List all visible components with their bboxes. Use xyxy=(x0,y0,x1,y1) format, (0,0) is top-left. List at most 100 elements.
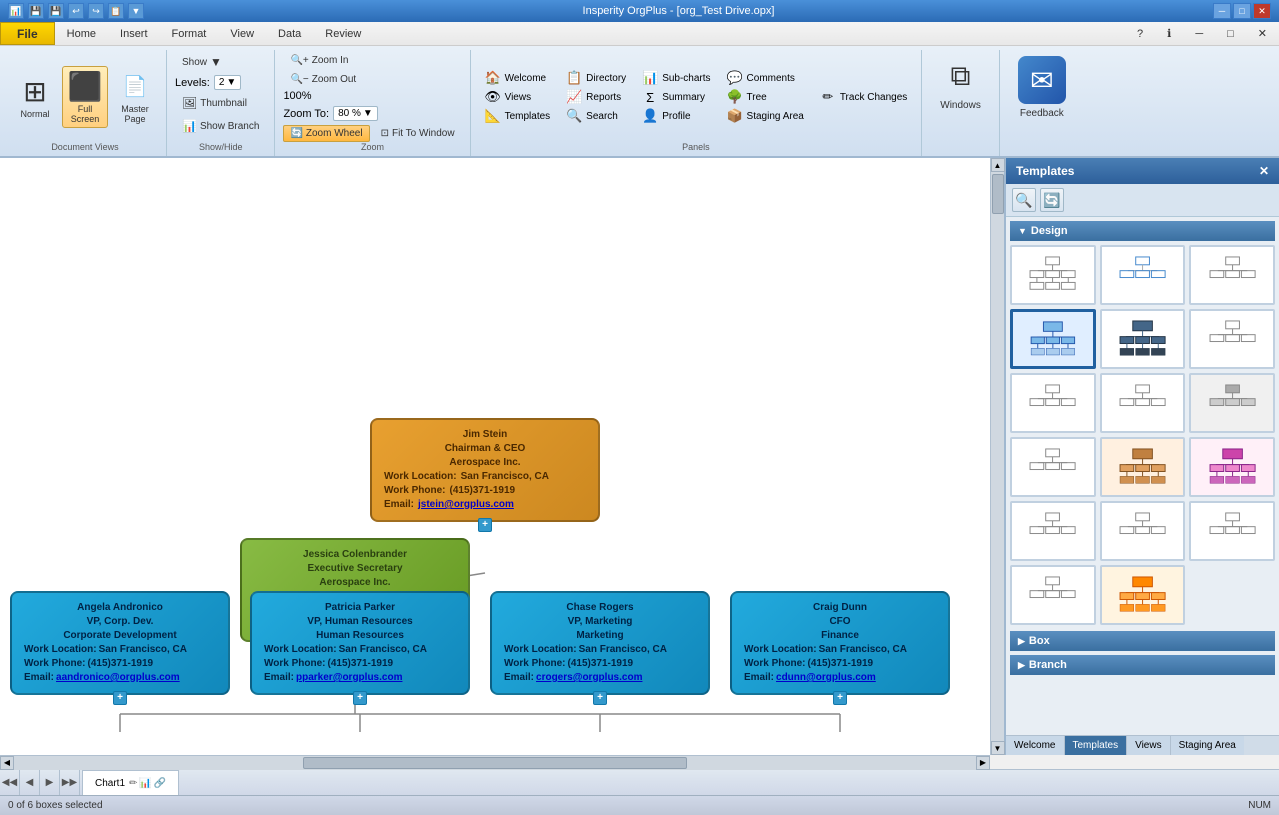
summary-panel-button[interactable]: Σ Summary xyxy=(636,88,716,106)
search-panel-button[interactable]: 🔍 Search xyxy=(560,107,632,125)
feedback-button[interactable]: ✉ Feedback xyxy=(1008,52,1076,123)
tab-nav-first[interactable]: ◀◀ xyxy=(0,770,20,795)
tab-nav-last[interactable]: ▶▶ xyxy=(60,770,80,795)
templates-panel-button[interactable]: 📐 Templates xyxy=(479,107,557,125)
master-page-button[interactable]: 📄 MasterPage xyxy=(112,66,158,128)
save2-icon[interactable]: 💾 xyxy=(48,3,64,19)
menu-format[interactable]: Format xyxy=(160,22,219,45)
design-section-header[interactable]: ▼ Design xyxy=(1010,221,1275,241)
sub-charts-panel-button[interactable]: 📊 Sub-charts xyxy=(636,69,716,87)
menu-review[interactable]: Review xyxy=(313,22,373,45)
menu-data[interactable]: Data xyxy=(266,22,313,45)
vp3-email[interactable]: crogers@orgplus.com xyxy=(536,671,642,685)
panel-tab-staging[interactable]: Staging Area xyxy=(1171,736,1244,755)
template-thumb-9[interactable] xyxy=(1189,373,1275,433)
menu-insert[interactable]: Insert xyxy=(108,22,160,45)
thumbnail-button[interactable]: 🖼 Thumbnail xyxy=(175,93,254,113)
vp3-expand-icon[interactable]: + xyxy=(593,691,607,705)
zoom-value-dropdown[interactable]: 80 % ▼ xyxy=(333,106,378,121)
ceo-email[interactable]: jstein@orgplus.com xyxy=(418,498,514,512)
reports-panel-button[interactable]: 📈 Reports xyxy=(560,88,632,106)
normal-view-button[interactable]: ⊞ Normal xyxy=(12,71,58,123)
redo-icon[interactable]: ↪ xyxy=(88,3,104,19)
vp2-expand-icon[interactable]: + xyxy=(353,691,367,705)
template-thumb-5[interactable] xyxy=(1100,309,1186,369)
org-chart-canvas[interactable]: Jim Stein Chairman & CEO Aerospace Inc. … xyxy=(0,158,990,755)
template-thumb-4[interactable] xyxy=(1010,309,1096,369)
vp2-email[interactable]: pparker@orgplus.com xyxy=(296,671,402,685)
templates-refresh-button[interactable]: 🔄 xyxy=(1040,188,1064,212)
close-button[interactable]: ✕ xyxy=(1253,3,1271,19)
template-thumb-7[interactable] xyxy=(1010,373,1096,433)
help-icon[interactable]: ? xyxy=(1125,22,1155,45)
template-thumb-1[interactable] xyxy=(1010,245,1096,305)
vp4-expand-icon[interactable]: + xyxy=(833,691,847,705)
track-changes-panel-button[interactable]: ✏ Track Changes xyxy=(814,88,913,106)
templates-search-button[interactable]: 🔍 xyxy=(1012,188,1036,212)
vp1-email[interactable]: aandronico@orgplus.com xyxy=(56,671,180,685)
menu-close[interactable]: ✕ xyxy=(1246,22,1279,45)
vp1-node[interactable]: Angela Andronico VP, Corp. Dev. Corporat… xyxy=(10,591,230,695)
dropdown-icon[interactable]: ▼ xyxy=(128,3,144,19)
tab-nav-prev[interactable]: ◀ xyxy=(20,770,40,795)
welcome-panel-button[interactable]: 🏠 Welcome xyxy=(479,69,557,87)
full-screen-button[interactable]: ⬛ FullScreen xyxy=(62,66,108,128)
vp4-node[interactable]: Craig Dunn CFO Finance Work Location: Sa… xyxy=(730,591,950,695)
canvas-vertical-scrollbar[interactable]: ▲ ▼ xyxy=(990,158,1004,755)
levels-dropdown[interactable]: 2 ▼ xyxy=(214,75,241,90)
menu-home[interactable]: Home xyxy=(55,22,108,45)
template-thumb-15[interactable] xyxy=(1189,501,1275,561)
comments-panel-button[interactable]: 💬 Comments xyxy=(721,69,810,87)
zoom-out-button[interactable]: 🔍− Zoom Out xyxy=(283,71,363,88)
template-thumb-6[interactable] xyxy=(1189,309,1275,369)
show-dropdown-button[interactable]: Show ▼ xyxy=(175,52,229,72)
vp4-email[interactable]: cdunn@orgplus.com xyxy=(776,671,876,685)
zoom-wheel-button[interactable]: 🔄 Zoom Wheel xyxy=(283,125,369,142)
undo-icon[interactable]: ↩ xyxy=(68,3,84,19)
template-thumb-13[interactable] xyxy=(1010,501,1096,561)
vp3-node[interactable]: Chase Rogers VP, Marketing Marketing Wor… xyxy=(490,591,710,695)
vp1-expand-icon[interactable]: + xyxy=(113,691,127,705)
template-thumb-8[interactable] xyxy=(1100,373,1186,433)
info-icon[interactable]: ℹ xyxy=(1155,22,1183,45)
template-thumb-16[interactable] xyxy=(1010,565,1096,625)
box-section-header[interactable]: ▶ Box xyxy=(1010,631,1275,651)
panel-tab-welcome[interactable]: Welcome xyxy=(1006,736,1065,755)
template-thumb-17[interactable] xyxy=(1100,565,1186,625)
views-panel-button[interactable]: 👁 Views xyxy=(479,88,557,106)
ceo-expand-icon[interactable]: + xyxy=(478,518,492,532)
template-thumb-10[interactable] xyxy=(1010,437,1096,497)
menu-restore[interactable]: □ xyxy=(1215,22,1246,45)
directory-panel-button[interactable]: 📋 Directory xyxy=(560,69,632,87)
restore-button[interactable]: □ xyxy=(1233,3,1251,19)
minimize-button[interactable]: ─ xyxy=(1213,3,1231,19)
extra-icon[interactable]: 📋 xyxy=(108,3,124,19)
show-branch-button[interactable]: 📊 Show Branch xyxy=(175,116,266,136)
staging-area-panel-button[interactable]: 📦 Staging Area xyxy=(721,107,810,125)
branch-section-header[interactable]: ▶ Branch xyxy=(1010,655,1275,675)
scroll-up-arrow[interactable]: ▲ xyxy=(991,158,1005,172)
profile-panel-button[interactable]: 👤 Profile xyxy=(636,107,716,125)
panel-tab-templates[interactable]: Templates xyxy=(1065,736,1128,755)
scroll-thumb[interactable] xyxy=(992,174,1004,214)
templates-close-button[interactable]: ✕ xyxy=(1259,164,1269,178)
fit-to-window-button[interactable]: ⊡ Fit To Window xyxy=(374,125,462,142)
template-thumb-11[interactable] xyxy=(1100,437,1186,497)
zoom-in-button[interactable]: 🔍+ Zoom In xyxy=(283,52,355,69)
scroll-down-arrow[interactable]: ▼ xyxy=(991,741,1005,755)
h-scroll-thumb[interactable] xyxy=(303,757,688,769)
menu-file[interactable]: File xyxy=(0,22,55,45)
chart-tab-1[interactable]: Chart1 ✏ 📊 🔗 xyxy=(82,770,179,795)
save-icon[interactable]: 💾 xyxy=(28,3,44,19)
panel-tab-views[interactable]: Views xyxy=(1127,736,1171,755)
template-thumb-12[interactable] xyxy=(1189,437,1275,497)
h-scroll-right-arrow[interactable]: ▶ xyxy=(976,756,990,770)
ceo-node[interactable]: Jim Stein Chairman & CEO Aerospace Inc. … xyxy=(370,418,600,522)
tree-panel-button[interactable]: 🌳 Tree xyxy=(721,88,810,106)
tab-nav-next[interactable]: ▶ xyxy=(40,770,60,795)
h-scroll-left-arrow[interactable]: ◀ xyxy=(0,756,14,770)
template-thumb-3[interactable] xyxy=(1189,245,1275,305)
vp2-node[interactable]: Patricia Parker VP, Human Resources Huma… xyxy=(250,591,470,695)
template-thumb-2[interactable] xyxy=(1100,245,1186,305)
menu-view[interactable]: View xyxy=(218,22,266,45)
